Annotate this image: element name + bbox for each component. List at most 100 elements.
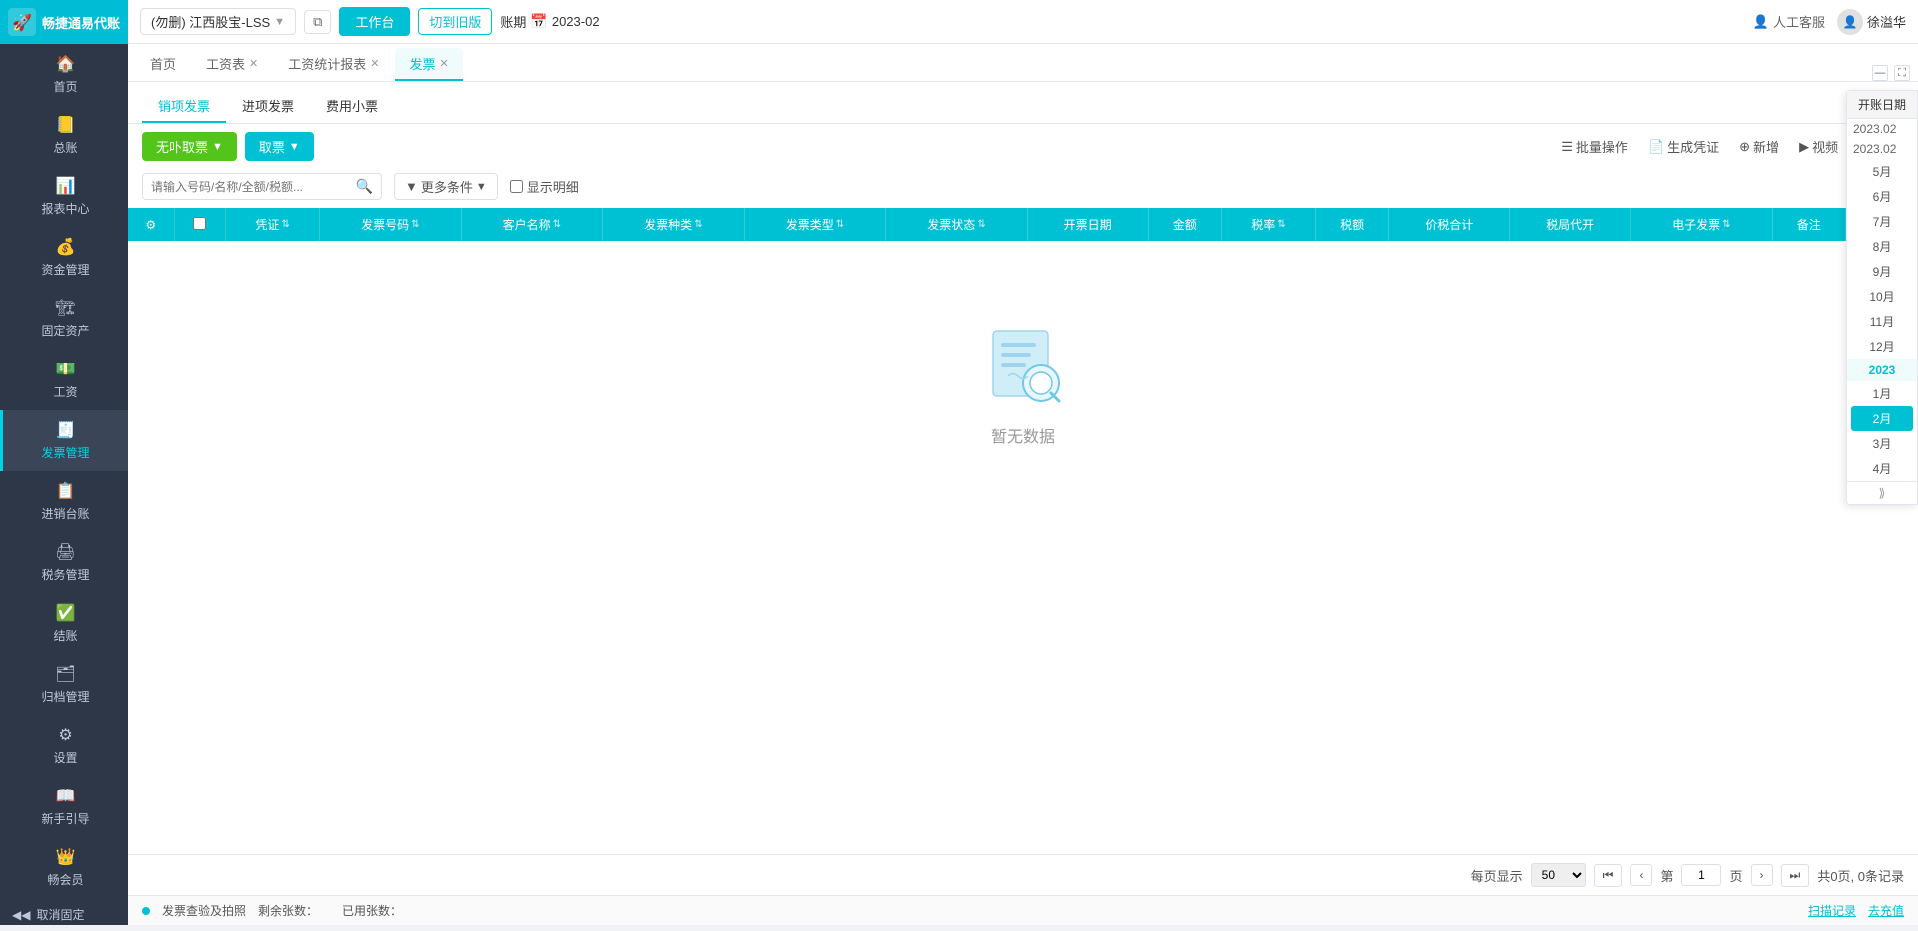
maximize-button[interactable]: ⛶ [1894,65,1910,81]
filter-bar: 🔍 ▼ 更多条件 ▼ 显示明细 [128,169,1918,208]
gen-voucher-icon: 📄 [1648,139,1664,155]
next-page-btn[interactable]: › [1751,864,1773,886]
period-month-curr-3月[interactable]: 3月 [1847,431,1917,456]
sidebar-settle-label: 结账 [53,627,77,644]
tab-首页[interactable]: 首页 [136,48,190,81]
period-month-prev-8月[interactable]: 8月 [1847,234,1917,259]
tab-label-2: 工资统计报表 [288,54,366,73]
sidebar-sales-label: 进销台账 [41,505,89,522]
status-bar-links: 扫描记录 去充值 [1808,902,1904,919]
more-filters-btn[interactable]: ▼ 更多条件 ▼ [394,173,498,200]
new-btn[interactable]: ⊕ 新增 [1733,134,1785,159]
topbar-right: 👤 人工客服 👤 徐溢华 [1753,9,1906,35]
customer-service[interactable]: 👤 人工客服 [1753,12,1825,31]
prev-page-btn[interactable]: ‹ [1630,864,1652,886]
search-icon[interactable]: 🔍 [356,178,373,195]
workspace-button[interactable]: 工作台 [339,7,410,36]
period-month-prev-6月[interactable]: 6月 [1847,184,1917,209]
period-month-curr-1月[interactable]: 1月 [1847,381,1917,406]
period-open-label: 开账日期 [1858,98,1906,112]
sidebar-item-payroll[interactable]: 💵 工资 [0,349,128,410]
sidebar-item-fund[interactable]: 💰 资金管理 [0,227,128,288]
sidebar-fund-icon: 💰 [56,237,76,257]
take-ticket-btn[interactable]: 取票 ▼ [245,132,314,161]
period-month-curr-4月[interactable]: 4月 [1847,456,1917,481]
subtab-1[interactable]: 进项发票 [226,90,310,123]
video-btn[interactable]: ▶ 视频 [1793,134,1844,159]
sidebar-member-icon: 👑 [56,847,76,867]
sidebar-ledger-label: 总账 [53,139,77,156]
period-month-prev-10月[interactable]: 10月 [1847,284,1917,309]
sidebar-item-archive[interactable]: 🗂 归档管理 [0,654,128,715]
sidebar-item-asset[interactable]: 🏗 固定资产 [0,288,128,349]
sidebar-item-member[interactable]: 👑 畅会员 [0,837,128,898]
gen-voucher-btn[interactable]: 📄 生成凭证 [1642,134,1725,159]
th-15: 备注 [1772,208,1845,241]
period-month-curr-2月[interactable]: 2月 [1851,406,1913,431]
no-deduct-btn[interactable]: 无卟取票 ▼ [142,132,237,161]
user-menu[interactable]: 👤 徐溢华 [1837,9,1906,35]
sort-icon-7: ⇅ [977,219,985,230]
per-page-select[interactable]: 50 20 100 [1531,863,1586,887]
tab-工资表[interactable]: 工资表 ✕ [192,48,272,81]
subtab-0[interactable]: 销项发票 [142,90,226,123]
period-month-prev-7月[interactable]: 7月 [1847,209,1917,234]
sidebar-bottom: ◀◀ 取消固定 [0,898,128,931]
sidebar-item-settings[interactable]: ⚙ 设置 [0,715,128,776]
tab-close-2[interactable]: ✕ [370,57,379,70]
period-year-prev[interactable]: 2023.02 [1847,139,1917,159]
th-0: ⚙ [128,208,174,241]
page-input[interactable] [1681,864,1721,886]
scan-record-link[interactable]: 扫描记录 [1808,902,1856,919]
company-selector[interactable]: (勿删) 江西股宝-LSS ▼ [140,8,296,35]
main-area: (勿删) 江西股宝-LSS ▼ ⧉ 工作台 切到旧版 账期 📅 2023-02 … [128,0,1918,925]
prev-year-months: 5月6月7月8月9月10月11月12月 [1847,159,1917,359]
select-all-checkbox[interactable] [193,217,206,230]
sidebar-item-sales[interactable]: 📋 进销台账 [0,471,128,532]
recharge-link[interactable]: 去充值 [1868,902,1904,919]
sidebar-item-home[interactable]: 🏠 首页 [0,44,128,105]
current-year-label: 2023 [1847,359,1917,381]
sidebar-item-ledger[interactable]: 📒 总账 [0,105,128,166]
window-controls: — ⛶ [1872,65,1910,81]
period-close-btn[interactable]: ⟫ [1847,481,1917,504]
sidebar-archive-label: 归档管理 [41,688,89,705]
period-month-prev-12月[interactable]: 12月 [1847,334,1917,359]
show-detail-checkbox[interactable]: 显示明细 [510,177,579,196]
tab-label-1: 工资表 [206,54,245,73]
th-sort-10: 税率 ⇅ [1228,216,1309,233]
switch-version-button[interactable]: 切到旧版 [418,8,492,35]
subtab-label-1: 进项发票 [242,99,294,114]
sidebar-item-tax[interactable]: 🖨 税务管理 [0,532,128,593]
th-7: 发票状态 ⇅ [886,208,1028,241]
sidebar-archive-icon: 🗂 [55,664,75,684]
search-input[interactable] [151,180,352,194]
pagination-bar: 每页显示 50 20 100 ⏮ ‹ 第 页 › ⏭ 共0页, 0条记录 [128,854,1918,895]
th-11: 税额 [1315,208,1388,241]
copy-button[interactable]: ⧉ [304,10,331,34]
sidebar-unpin[interactable]: ◀◀ 取消固定 [0,898,128,931]
period-month-prev-11月[interactable]: 11月 [1847,309,1917,334]
period-text-label: 账期 [500,12,526,31]
sidebar-item-invoice[interactable]: 🧾 发票管理 [0,410,128,471]
tab-close-1[interactable]: ✕ [249,57,258,70]
first-page-btn[interactable]: ⏮ [1594,864,1623,887]
period-month-prev-5月[interactable]: 5月 [1847,159,1917,184]
th-sort-3: 发票号码 ⇅ [326,216,455,233]
period-month-prev-9月[interactable]: 9月 [1847,259,1917,284]
subtab-2[interactable]: 费用小票 [310,90,394,123]
show-detail-input[interactable] [510,180,523,193]
minimize-button[interactable]: — [1872,65,1888,81]
last-page-btn[interactable]: ⏭ [1781,864,1810,887]
more-filters-label: 更多条件 [421,177,473,196]
tab-发票[interactable]: 发票✕ [395,48,462,81]
period-year-2022[interactable]: 2023.02 [1847,119,1917,139]
tab-工资统计报表[interactable]: 工资统计报表 ✕ [274,48,393,81]
batch-op-btn[interactable]: ☰ 批量操作 [1555,134,1634,159]
sidebar-item-report[interactable]: 📊 报表中心 [0,166,128,227]
sidebar-payroll-label: 工资 [53,383,77,400]
sidebar-item-settle[interactable]: ✅ 结账 [0,593,128,654]
th-4: 客户名称 ⇅ [461,208,603,241]
sidebar-item-guide[interactable]: 📖 新手引导 [0,776,128,837]
tab-close-3[interactable]: ✕ [440,57,449,70]
